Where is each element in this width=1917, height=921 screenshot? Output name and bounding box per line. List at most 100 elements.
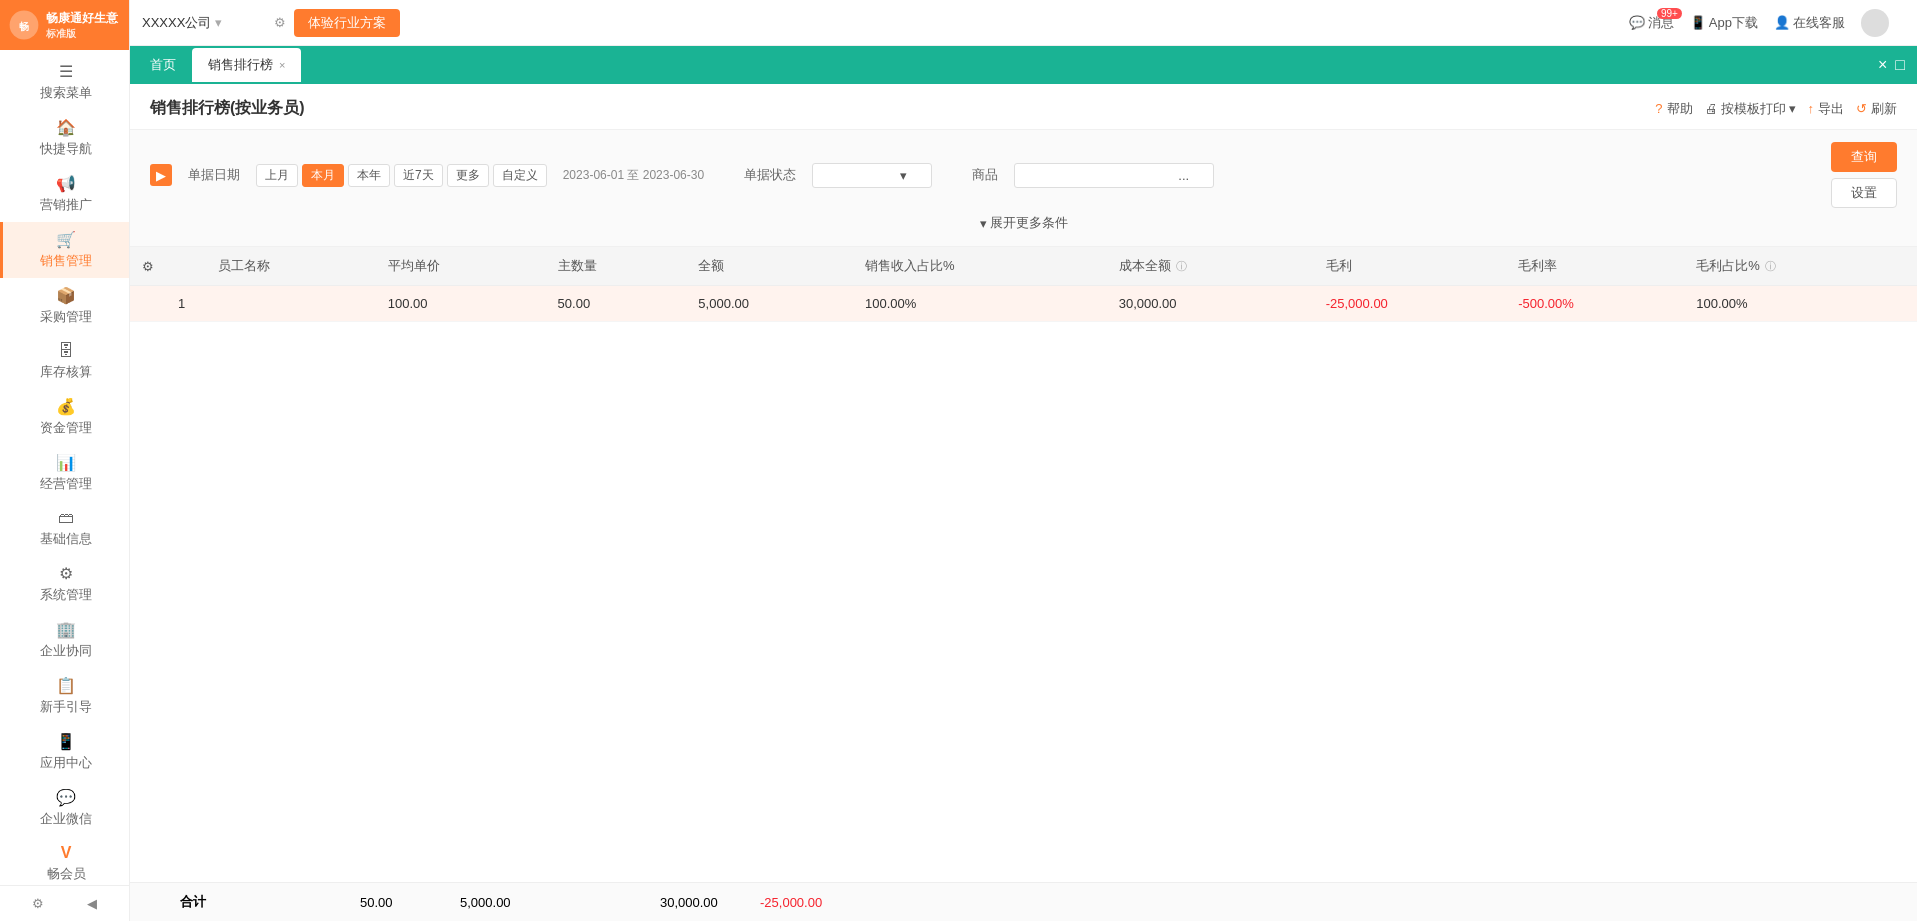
sidebar-item-operation[interactable]: 📊 经营管理 <box>0 445 129 501</box>
tab-close-icon[interactable]: × <box>279 59 285 71</box>
table-header-row: ⚙ 员工名称 平均单价 主数量 全额 销售收入占比% 成本全额 ⓘ 毛利 毛利率 <box>130 247 1917 286</box>
sidebar-item-purchase[interactable]: 📦 采购管理 <box>0 278 129 334</box>
row-profit-pct: 100.00% <box>1684 286 1917 322</box>
tabbar-actions: × □ <box>1878 56 1913 74</box>
row-avg-price: 100.00 <box>376 286 546 322</box>
status-dropdown-icon: ▾ <box>900 168 907 183</box>
col-qty: 主数量 <box>546 247 687 286</box>
print-dropdown-icon: ▾ <box>1789 101 1796 116</box>
sidebar-item-sales[interactable]: 🛒 销售管理 <box>0 222 129 278</box>
export-label: 导出 <box>1818 100 1844 118</box>
date-buttons: 上月 本月 本年 近7天 更多 自定义 <box>256 164 547 187</box>
sidebar-item-search[interactable]: ☰ 搜索菜单 <box>0 54 129 110</box>
online-service-button[interactable]: 👤 在线客服 <box>1774 14 1845 32</box>
tab-home[interactable]: 首页 <box>134 48 192 82</box>
sidebar-footer: ⚙ ◀ <box>0 885 129 921</box>
window-max-icon[interactable]: □ <box>1895 56 1905 74</box>
sidebar-item-label: 快捷导航 <box>40 140 92 158</box>
row-rank: 1 <box>166 286 206 322</box>
column-settings-icon[interactable]: ⚙ <box>142 259 154 274</box>
date-btn-last-7-days[interactable]: 近7天 <box>394 164 443 187</box>
sidebar-collapse-icon[interactable]: ◀ <box>87 896 97 911</box>
trial-button[interactable]: 体验行业方案 <box>294 9 400 37</box>
sidebar-item-finance[interactable]: 💰 资金管理 <box>0 389 129 445</box>
page-header: 销售排行榜(按业务员) ? 帮助 🖨 按模板打印 ▾ ↑ 导出 ↺ 刷新 <box>130 84 1917 130</box>
footer-profit-val: -25,000.00 <box>760 895 840 910</box>
settings-button[interactable]: 设置 <box>1831 178 1897 208</box>
filter-toggle-icon[interactable]: ▶ <box>150 164 172 186</box>
sidebar-item-label: 企业协同 <box>40 642 92 660</box>
profit-pct-info-icon[interactable]: ⓘ <box>1765 260 1776 272</box>
table-body: 1 100.00 50.00 5,000.00 100.00% 30,000.0… <box>130 286 1917 322</box>
message-icon: 💬 <box>1629 15 1645 30</box>
guide-icon: 📋 <box>56 676 76 695</box>
footer-qty-val: 50.00 <box>360 895 440 910</box>
col-name: 员工名称 <box>206 247 376 286</box>
row-amount: 5,000.00 <box>686 286 853 322</box>
refresh-icon: ↺ <box>1856 101 1867 116</box>
expand-more-button[interactable]: ▾ 展开更多条件 <box>980 214 1068 232</box>
tab-sales-ranking[interactable]: 销售排行榜 × <box>192 48 301 82</box>
query-button[interactable]: 查询 <box>1831 142 1897 172</box>
col-amount: 全额 <box>686 247 853 286</box>
date-btn-last-month[interactable]: 上月 <box>256 164 298 187</box>
sidebar-item-marketing[interactable]: 📢 营销推广 <box>0 166 129 222</box>
sidebar-item-inventory[interactable]: 🗄 库存核算 <box>0 334 129 389</box>
date-btn-more[interactable]: 更多 <box>447 164 489 187</box>
filter-row-1: ▶ 单据日期 上月 本月 本年 近7天 更多 自定义 2023-06-01 至 … <box>150 142 1897 208</box>
app-download-button[interactable]: 📱 App下载 <box>1690 14 1758 32</box>
col-sales-pct: 销售收入占比% <box>853 247 1107 286</box>
sidebar-item-member[interactable]: V 畅会员 <box>0 836 129 885</box>
col-settings[interactable]: ⚙ <box>130 247 166 286</box>
sidebar-settings-icon[interactable]: ⚙ <box>32 896 44 911</box>
company-name-display[interactable]: XXXXX公司 ▾ <box>142 14 262 32</box>
sidebar-item-enterprise[interactable]: 🏢 企业协同 <box>0 612 129 668</box>
cost-info-icon[interactable]: ⓘ <box>1176 260 1187 272</box>
sidebar-item-label: 应用中心 <box>40 754 92 772</box>
avatar[interactable] <box>1861 9 1889 37</box>
sidebar-item-guide[interactable]: 📋 新手引导 <box>0 668 129 724</box>
sales-ranking-table: ⚙ 员工名称 平均单价 主数量 全额 销售收入占比% 成本全额 ⓘ 毛利 毛利率 <box>130 247 1917 322</box>
date-btn-custom[interactable]: 自定义 <box>493 164 547 187</box>
date-btn-this-month[interactable]: 本月 <box>302 164 344 187</box>
wechat-icon: 💬 <box>56 788 76 807</box>
inventory-icon: 🗄 <box>58 342 74 360</box>
sidebar-item-label: 销售管理 <box>40 252 92 270</box>
col-profit-rate: 毛利率 <box>1506 247 1684 286</box>
message-button[interactable]: 💬 消息 99+ <box>1629 14 1674 32</box>
apps-icon: 📱 <box>56 732 76 751</box>
marketing-icon: 📢 <box>56 174 76 193</box>
window-close-icon[interactable]: × <box>1878 56 1887 74</box>
purchase-icon: 📦 <box>56 286 76 305</box>
filter-area: ▶ 单据日期 上月 本月 本年 近7天 更多 自定义 2023-06-01 至 … <box>130 130 1917 247</box>
refresh-button[interactable]: ↺ 刷新 <box>1856 100 1897 118</box>
date-btn-this-year[interactable]: 本年 <box>348 164 390 187</box>
sidebar-item-quick-nav[interactable]: 🏠 快捷导航 <box>0 110 129 166</box>
expand-row: ▾ 展开更多条件 <box>150 208 1897 234</box>
export-button[interactable]: ↑ 导出 <box>1808 100 1845 118</box>
sidebar-item-label: 畅会员 <box>47 865 86 883</box>
help-button[interactable]: ? 帮助 <box>1655 100 1692 118</box>
topbar: XXXXX公司 ▾ ⚙ 体验行业方案 💬 消息 99+ 📱 App下载 👤 在线… <box>130 0 1917 46</box>
footer-amount-val: 5,000.00 <box>460 895 540 910</box>
row-cost: 30,000.00 <box>1107 286 1314 322</box>
status-select[interactable]: ▾ <box>812 163 932 188</box>
member-icon: V <box>61 844 72 862</box>
print-button[interactable]: 🖨 按模板打印 ▾ <box>1705 100 1796 118</box>
sidebar-item-basic[interactable]: 🗃 基础信息 <box>0 501 129 556</box>
row-name <box>206 286 376 322</box>
operation-icon: 📊 <box>56 453 76 472</box>
sidebar-item-wechat[interactable]: 💬 企业微信 <box>0 780 129 836</box>
goods-input[interactable]: ... <box>1014 163 1214 188</box>
basic-icon: 🗃 <box>58 509 74 527</box>
company-dropdown-icon[interactable]: ▾ <box>215 15 222 30</box>
tab-active-label: 销售排行榜 <box>208 56 273 74</box>
page-title: 销售排行榜(按业务员) <box>150 98 305 119</box>
sidebar-item-apps[interactable]: 📱 应用中心 <box>0 724 129 780</box>
page-actions: ? 帮助 🖨 按模板打印 ▾ ↑ 导出 ↺ 刷新 <box>1655 100 1897 118</box>
topbar-gear-icon[interactable]: ⚙ <box>274 15 286 30</box>
sidebar-item-system[interactable]: ⚙ 系统管理 <box>0 556 129 612</box>
tabbar: 首页 销售排行榜 × × □ <box>130 46 1917 84</box>
logo-subtitle: 标准版 <box>46 27 118 41</box>
message-badge: 99+ <box>1657 8 1682 19</box>
